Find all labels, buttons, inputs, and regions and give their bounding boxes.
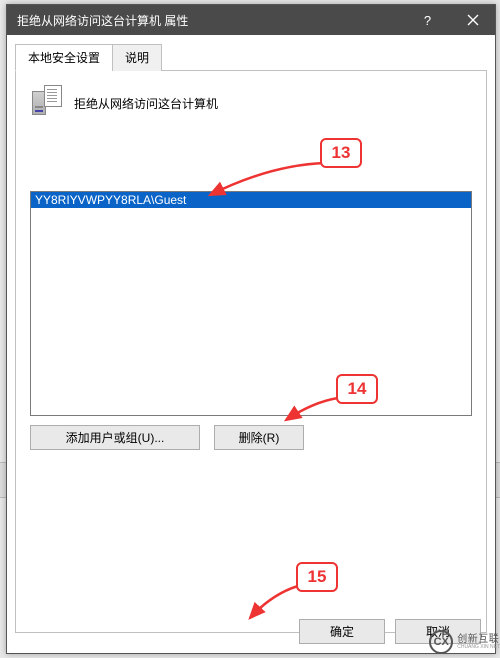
annotation-13: 13	[320, 138, 362, 168]
dialog-body: 本地安全设置 说明 拒绝从网络访问这台计算机 YY8RIYVWPYY8RLA\G…	[15, 43, 487, 609]
tab-local-security[interactable]: 本地安全设置	[15, 44, 113, 71]
tab-explain[interactable]: 说明	[112, 44, 162, 71]
help-icon[interactable]	[405, 5, 450, 35]
titlebar[interactable]: 拒绝从网络访问这台计算机 属性	[7, 5, 495, 35]
close-icon[interactable]	[450, 5, 495, 35]
ok-button[interactable]: 确定	[299, 619, 385, 644]
window-title: 拒绝从网络访问这台计算机 属性	[17, 12, 188, 29]
policy-header: 拒绝从网络访问这台计算机	[30, 85, 472, 121]
annotation-14: 14	[336, 374, 378, 404]
arrow-13	[200, 155, 340, 205]
tab-strip: 本地安全设置 说明	[15, 43, 487, 71]
annotation-15: 15	[296, 562, 338, 592]
policy-title: 拒绝从网络访问这台计算机	[74, 95, 218, 112]
watermark-logo: CX	[429, 630, 453, 654]
watermark-line1: 创新互联	[457, 635, 500, 645]
add-user-button[interactable]: 添加用户或组(U)...	[30, 425, 200, 450]
watermark-line2: CHUANG XIN NET	[457, 645, 500, 650]
remove-button[interactable]: 删除(R)	[214, 425, 304, 450]
action-buttons: 添加用户或组(U)... 删除(R)	[30, 425, 304, 450]
properties-dialog: 拒绝从网络访问这台计算机 属性 本地安全设置 说明 拒绝从网络访问这台计算机 Y…	[6, 4, 496, 654]
watermark: CX 创新互联 CHUANG XIN NET	[429, 628, 500, 656]
users-listbox[interactable]: YY8RIYVWPYY8RLA\Guest	[30, 191, 472, 416]
titlebar-controls	[405, 5, 495, 35]
watermark-text: 创新互联 CHUANG XIN NET	[457, 635, 500, 650]
policy-icon	[30, 85, 62, 121]
